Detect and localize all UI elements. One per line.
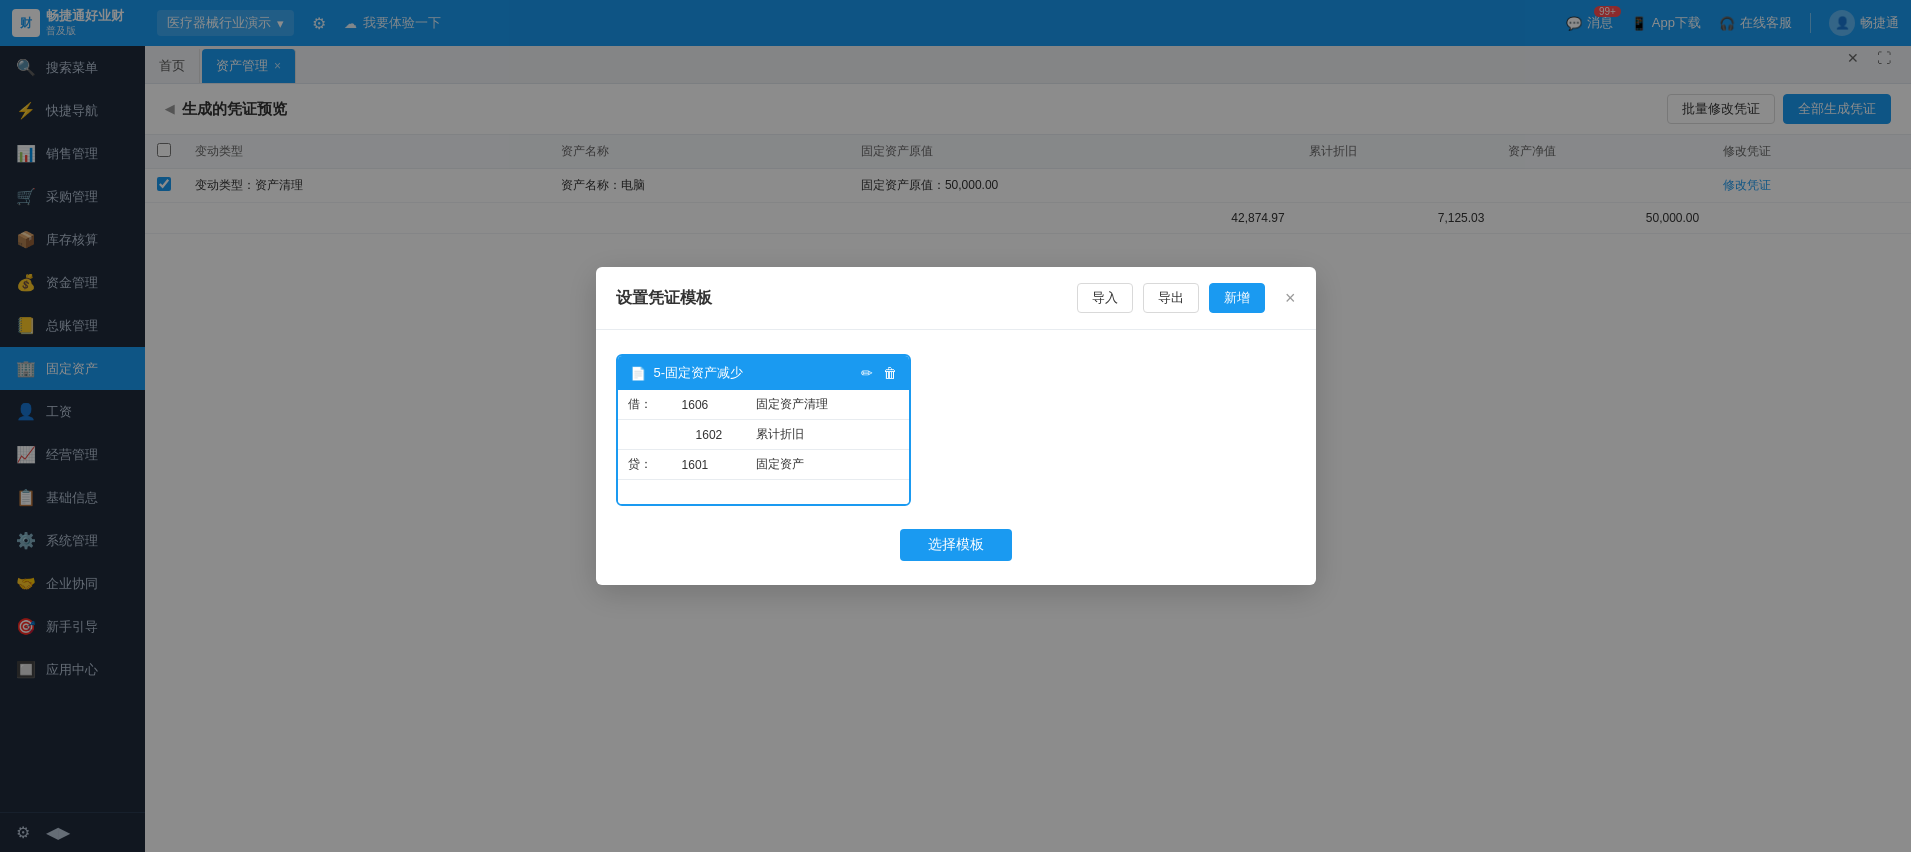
template-delete-icon[interactable]: 🗑 (883, 365, 897, 381)
template-edit-icon[interactable]: ✏ (861, 365, 873, 381)
entry-code-3: 1601 (672, 450, 747, 480)
template-name: 5-固定资产减少 (654, 364, 744, 382)
template-entry-row: 贷： 1601 固定资产 (618, 450, 909, 480)
entry-credit-1 (884, 390, 909, 420)
select-template-area: 选择模板 (616, 529, 1296, 561)
template-entry-row: 1602 累计折旧 (618, 420, 909, 450)
template-card-body: 借： 1606 固定资产清理 1602 累计折旧 (618, 390, 909, 504)
new-button[interactable]: 新增 (1209, 283, 1265, 313)
entry-debit-2 (859, 420, 884, 450)
modal-close-button[interactable]: × (1285, 289, 1296, 307)
template-card: 📄 5-固定资产减少 ✏ 🗑 借： 1606 固 (616, 354, 911, 506)
entry-credit-2 (884, 420, 909, 450)
modal-header-actions: 导入 导出 新增 (1077, 283, 1265, 313)
entry-account-1: 固定资产清理 (746, 390, 859, 420)
template-entries-table: 借： 1606 固定资产清理 1602 累计折旧 (618, 390, 909, 504)
template-header-icons: ✏ 🗑 (861, 365, 897, 381)
import-button[interactable]: 导入 (1077, 283, 1133, 313)
modal-body: 📄 5-固定资产减少 ✏ 🗑 借： 1606 固 (596, 330, 1316, 585)
template-header-left: 📄 5-固定资产减少 (630, 364, 744, 382)
modal-title: 设置凭证模板 (616, 288, 712, 309)
entry-type-1: 借： (618, 390, 672, 420)
export-button[interactable]: 导出 (1143, 283, 1199, 313)
entry-type-2 (618, 420, 672, 450)
entry-type-3: 贷： (618, 450, 672, 480)
entry-account-3: 固定资产 (746, 450, 859, 480)
modal-set-template: 设置凭证模板 导入 导出 新增 × 📄 5-固定资产减少 ✏ 🗑 (596, 267, 1316, 585)
entry-credit-3 (884, 450, 909, 480)
template-card-header: 📄 5-固定资产减少 ✏ 🗑 (618, 356, 909, 390)
entry-debit-3 (859, 450, 884, 480)
select-template-button[interactable]: 选择模板 (900, 529, 1012, 561)
modal-header: 设置凭证模板 导入 导出 新增 × (596, 267, 1316, 330)
entry-code-2: 1602 (672, 420, 747, 450)
entry-debit-1 (859, 390, 884, 420)
modal-overlay[interactable]: 设置凭证模板 导入 导出 新增 × 📄 5-固定资产减少 ✏ 🗑 (0, 0, 1911, 852)
template-doc-icon: 📄 (630, 366, 646, 381)
template-empty-row (618, 480, 909, 504)
entry-account-2: 累计折旧 (746, 420, 859, 450)
entry-code-1: 1606 (672, 390, 747, 420)
template-entry-row: 借： 1606 固定资产清理 (618, 390, 909, 420)
